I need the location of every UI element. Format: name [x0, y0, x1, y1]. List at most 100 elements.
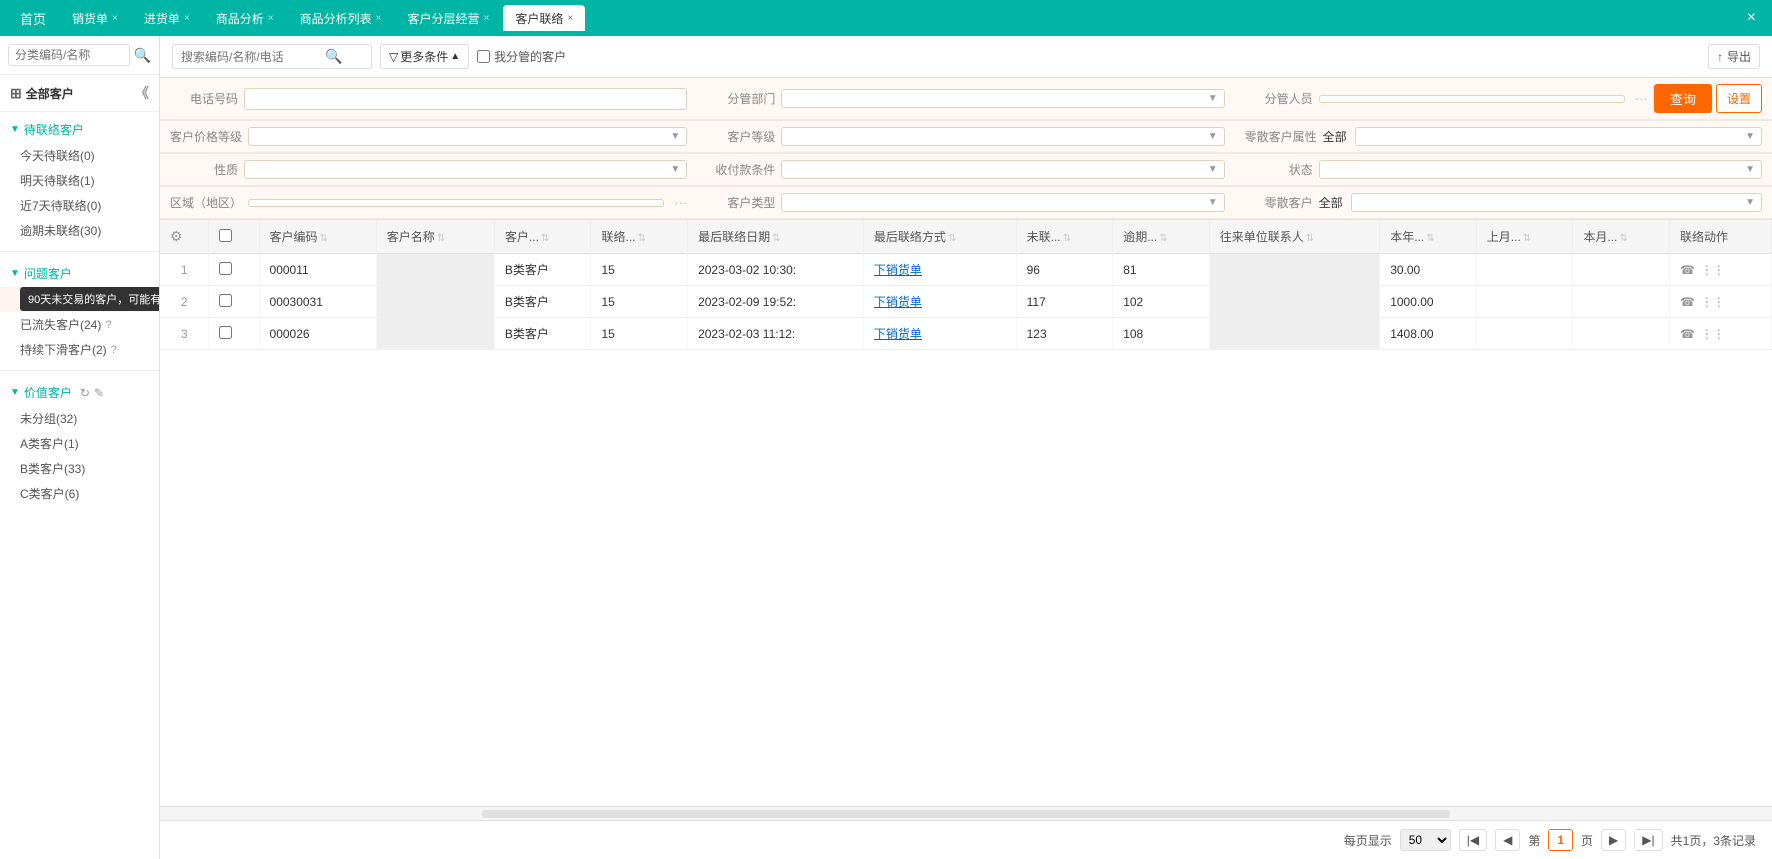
row-method-link-1[interactable]: 下销货单 — [874, 295, 922, 309]
close-tab-purchase[interactable]: × — [184, 13, 190, 24]
horizontal-scrollbar[interactable] — [160, 806, 1772, 820]
col-this-month[interactable]: 本月...⇅ — [1573, 220, 1670, 254]
nav-tab-analysis[interactable]: 商品分析 × — [204, 5, 286, 31]
sidebar-pending-title[interactable]: ▼ 待联络客户 — [0, 116, 159, 143]
close-all-tabs[interactable]: × — [1739, 9, 1764, 27]
row-method-link-0[interactable]: 下销货单 — [874, 263, 922, 277]
filter-dept-select[interactable]: ▼ — [781, 89, 1224, 108]
nav-tab-purchase[interactable]: 进货单 × — [132, 5, 202, 31]
export-button[interactable]: ↑ 导出 — [1708, 44, 1760, 69]
sidebar-item-class-a[interactable]: A类客户(1) — [0, 431, 159, 456]
search-button[interactable]: 🔍 — [325, 48, 342, 65]
close-tab-customer-segment[interactable]: × — [483, 13, 489, 24]
value-refresh-icon[interactable]: ↻ — [80, 386, 90, 400]
sidebar-item-tomorrow-contact[interactable]: 明天待联络(1) — [0, 168, 159, 193]
close-tab-analysis-list[interactable]: × — [376, 13, 382, 24]
filter-retail-customer-label: 零散客户 — [1245, 194, 1313, 211]
action-phone-icon-2[interactable]: ☎ — [1680, 327, 1695, 341]
filter-nature-select[interactable]: ▼ — [244, 160, 687, 179]
col-last-contact-date[interactable]: 最后联络日期⇅ — [688, 220, 864, 254]
row-last-method-0: 下销货单 — [863, 254, 1016, 286]
filter-customer-tier-label: 客户等级 — [707, 128, 775, 145]
sidebar-item-class-b[interactable]: B类客户(33) — [0, 456, 159, 481]
col-name[interactable]: 客户名称⇅ — [376, 220, 494, 254]
sort-overdue-icon: ⇅ — [1159, 233, 1167, 244]
prev-page-button[interactable]: ◀ — [1495, 829, 1520, 851]
col-unit-contact[interactable]: 往来单位联系人⇅ — [1209, 220, 1379, 254]
filter-retail-attr-select[interactable]: ▼ — [1355, 127, 1762, 146]
sidebar-item-week-contact[interactable]: 近7天待联络(0) — [0, 193, 159, 218]
my-customers-checkbox[interactable] — [477, 50, 490, 63]
sidebar-lost-title[interactable]: ▼ 问题客户 — [0, 260, 159, 287]
row-checkbox-input-2[interactable] — [219, 326, 232, 339]
sort-thismonth-icon: ⇅ — [1619, 233, 1627, 244]
query-button[interactable]: 查询 — [1654, 84, 1712, 113]
search-input[interactable] — [181, 50, 321, 64]
col-last-contact-method[interactable]: 最后联络方式⇅ — [863, 220, 1016, 254]
nav-tab-customer-segment[interactable]: 客户分层经营 × — [395, 5, 501, 31]
sidebar-lost-section: ▼ 问题客户 90天未交易的客户，可能有流失风险。 流失预警客户(3) ● 已流… — [0, 256, 159, 366]
nav-tab-customer-contact[interactable]: 客户联络 × — [503, 5, 585, 31]
row-last-month-0 — [1476, 254, 1573, 286]
row-code-1: 00030031 — [259, 286, 376, 318]
first-page-button[interactable]: |◀ — [1459, 829, 1487, 851]
sidebar-item-overdue-contact[interactable]: 逾期未联络(30) — [0, 218, 159, 243]
filter-nature-arrow: ▼ — [670, 164, 680, 175]
filter-payment-select[interactable]: ▼ — [781, 160, 1224, 179]
row-method-link-2[interactable]: 下销货单 — [874, 327, 922, 341]
col-settings[interactable]: ⚙ — [160, 220, 209, 254]
col-last-month[interactable]: 上月...⇅ — [1476, 220, 1573, 254]
sidebar-item-class-c[interactable]: C类客户(6) — [0, 481, 159, 506]
close-tab-customer-contact[interactable]: × — [567, 13, 573, 24]
action-more-icon-0[interactable]: ⋮⋮ — [1701, 263, 1725, 277]
more-conditions-button[interactable]: ▽ 更多条件 ▲ — [380, 44, 469, 69]
filter-price-tier-select[interactable]: ▼ — [248, 127, 687, 146]
filter-region-dots[interactable]: ··· — [674, 195, 687, 210]
row-overdue-1: 102 — [1113, 286, 1210, 318]
select-all-checkbox[interactable] — [219, 229, 232, 242]
sidebar-value-title[interactable]: ▼ 价值客户 ↻ ✎ — [0, 379, 159, 406]
col-code[interactable]: 客户编码⇅ — [259, 220, 376, 254]
my-customers-checkbox-label[interactable]: 我分管的客户 — [477, 48, 566, 65]
sidebar-collapse-button[interactable]: 《 — [135, 83, 149, 103]
col-this-year[interactable]: 本年...⇅ — [1380, 220, 1477, 254]
col-type[interactable]: 客户...⇅ — [494, 220, 591, 254]
last-page-button[interactable]: ▶| — [1634, 829, 1662, 851]
action-more-icon-1[interactable]: ⋮⋮ — [1701, 295, 1725, 309]
filter-manager-dots[interactable]: ··· — [1635, 91, 1648, 106]
value-edit-icon[interactable]: ✎ — [94, 386, 104, 400]
action-phone-icon-0[interactable]: ☎ — [1680, 263, 1695, 277]
filter-retail-customer-select[interactable]: ▼ — [1351, 193, 1762, 212]
settings-button[interactable]: 设置 — [1716, 84, 1762, 113]
filter-customer-type-select[interactable]: ▼ — [781, 193, 1224, 212]
col-contact[interactable]: 联络...⇅ — [591, 220, 688, 254]
filter-manager-select[interactable] — [1319, 95, 1625, 103]
nav-tab-sales[interactable]: 销货单 × — [60, 5, 130, 31]
row-checkbox-input-0[interactable] — [219, 262, 232, 275]
filter-customer-tier-select[interactable]: ▼ — [781, 127, 1224, 146]
sidebar-item-declining[interactable]: 持续下滑客户(2) ? — [0, 337, 159, 362]
sidebar-search-input[interactable] — [8, 44, 130, 66]
sidebar-search-icon[interactable]: 🔍 — [134, 47, 151, 64]
sidebar-item-ungrouped[interactable]: 未分组(32) — [0, 406, 159, 431]
sidebar-item-today-contact[interactable]: 今天待联络(0) — [0, 143, 159, 168]
filter-region-select[interactable] — [248, 199, 664, 207]
action-phone-icon-1[interactable]: ☎ — [1680, 295, 1695, 309]
per-page-select[interactable]: 50 100 — [1400, 829, 1451, 851]
filter-phone-input[interactable] — [244, 88, 687, 110]
filter-status-select[interactable]: ▼ — [1319, 160, 1762, 179]
filter-payment: 收付款条件 ▼ — [697, 154, 1234, 186]
next-page-button[interactable]: ▶ — [1601, 829, 1626, 851]
filter-status-arrow: ▼ — [1745, 164, 1755, 175]
settings-gear-icon[interactable]: ⚙ — [170, 228, 183, 244]
col-uncontacted[interactable]: 未联...⇅ — [1016, 220, 1113, 254]
nav-tab-home[interactable]: 首页 — [8, 9, 58, 28]
close-tab-sales[interactable]: × — [112, 13, 118, 24]
nav-tab-analysis-list[interactable]: 商品分析列表 × — [288, 5, 394, 31]
action-more-icon-2[interactable]: ⋮⋮ — [1701, 327, 1725, 341]
close-tab-analysis[interactable]: × — [268, 13, 274, 24]
row-checkbox-input-1[interactable] — [219, 294, 232, 307]
scrollbar-track[interactable] — [482, 810, 1449, 818]
col-overdue[interactable]: 逾期...⇅ — [1113, 220, 1210, 254]
sidebar-item-already-lost[interactable]: 已流失客户(24) ? — [0, 312, 159, 337]
